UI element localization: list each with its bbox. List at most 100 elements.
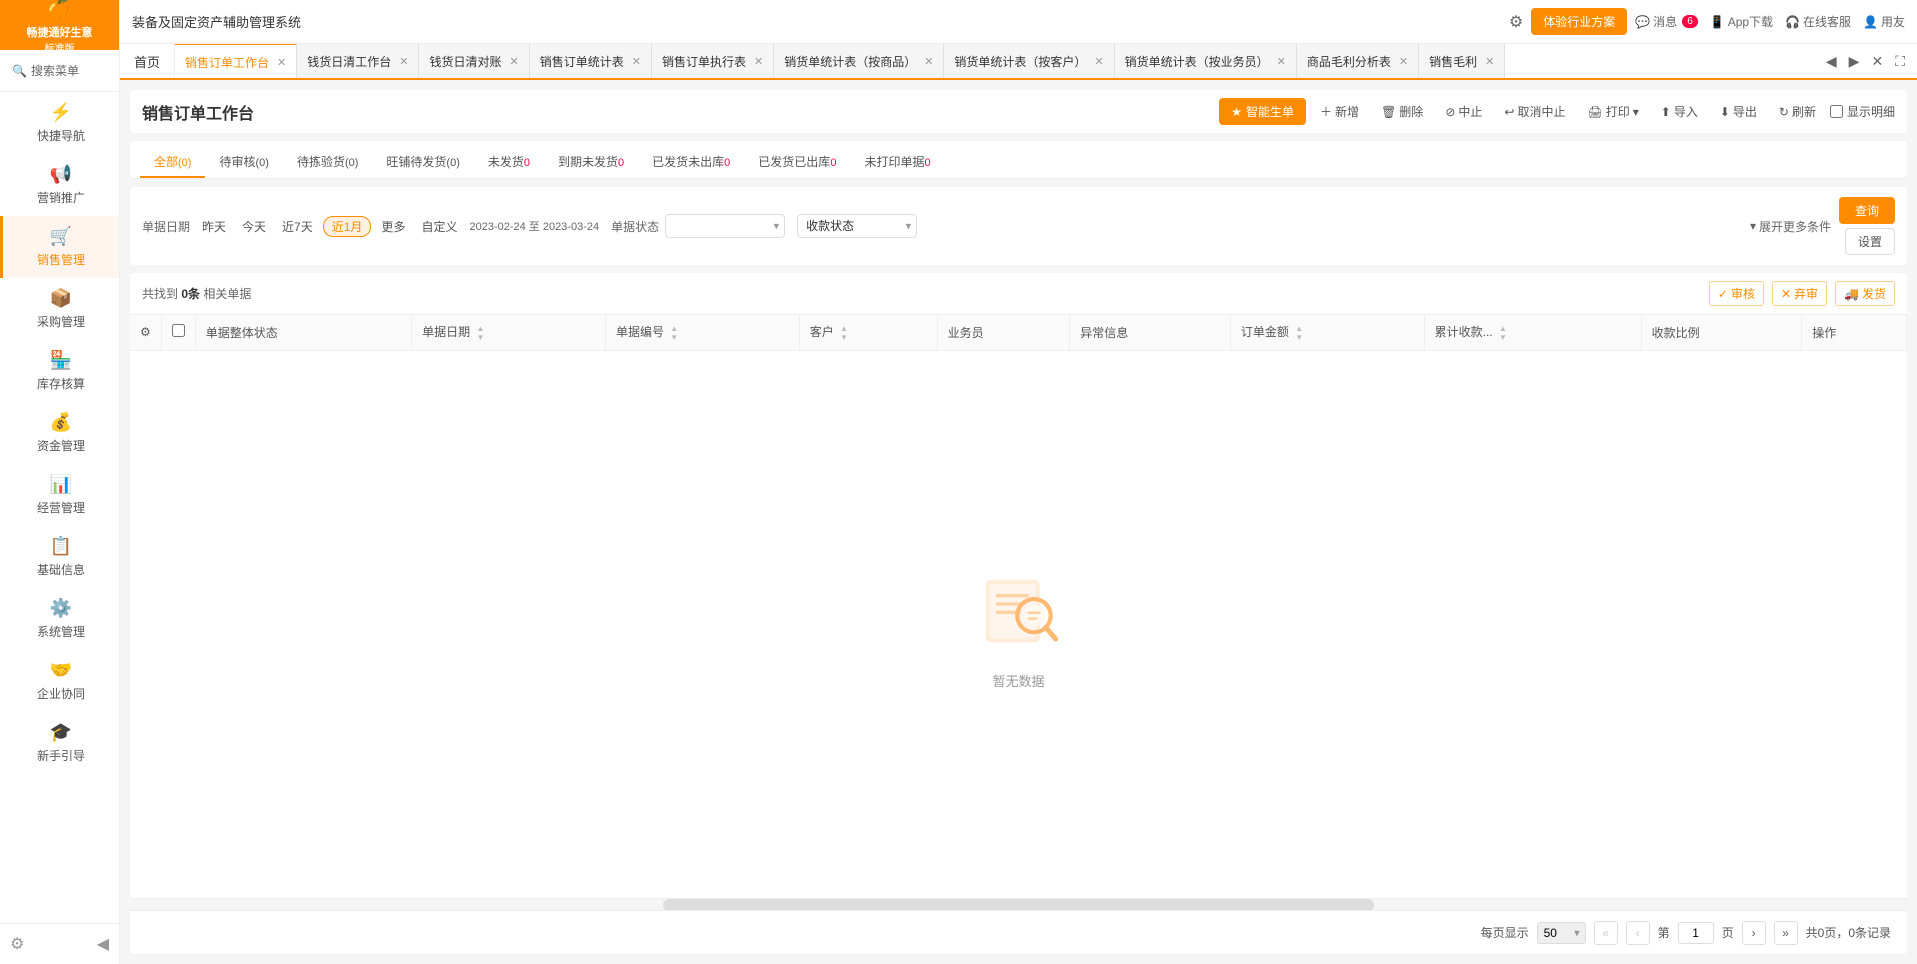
tab-close-all-button[interactable]: ✕ [1867,51,1887,72]
cancel-review-action-button[interactable]: ✕ 弃审 [1772,281,1827,306]
filter-tab-pending-review[interactable]: 待审核(0) [205,147,282,178]
tab-close-icon[interactable]: ✕ [632,55,641,68]
col-amount[interactable]: 订单金额 ▲▼ [1230,315,1424,350]
sidebar-item-inventory[interactable]: 🏪 库存核算 [0,340,119,402]
expand-conditions-button[interactable]: ▾ 展开更多条件 [1750,218,1831,235]
sidebar-item-guide[interactable]: 🎓 新手引导 [0,712,119,774]
tab-sales-sum-product[interactable]: 销货单统计表（按商品） ✕ [774,44,944,79]
page-last-button[interactable]: » [1774,921,1798,945]
add-button[interactable]: ＋ 新增 [1312,99,1367,124]
sidebar-item-purchase[interactable]: 📦 采购管理 [0,278,119,340]
filter-tab-unprinted[interactable]: 未打印单据0 [850,147,944,178]
sidebar-item-basic[interactable]: 📋 基础信息 [0,526,119,588]
tab-fullscreen-button[interactable]: ⛶ [1891,51,1909,72]
tab-sales-profit[interactable]: 销售毛利 ✕ [1419,44,1505,79]
tab-prev-button[interactable]: ◀ [1822,51,1841,72]
filter-tab-shipped-out[interactable]: 已发货已出库0 [744,147,850,178]
tab-gross-analysis[interactable]: 商品毛利分析表 ✕ [1297,44,1419,79]
ship-action-button[interactable]: 🚚 发货 [1835,281,1895,306]
tab-cash-daily[interactable]: 钱货日清工作台 ✕ [297,44,419,79]
date-shortcut-7days[interactable]: 近7天 [276,216,319,237]
pagination-bar: 每页显示 50 10 20 100 « ‹ 第 页 › » 共0页，0条记录 [130,910,1907,954]
sidebar-item-marketing[interactable]: 📢 营销推广 [0,154,119,216]
review-action-button[interactable]: ✓ 审核 [1709,281,1764,306]
date-shortcut-custom[interactable]: 自定义 [415,216,463,237]
import-button[interactable]: ⬆ 导入 [1653,99,1706,124]
date-shortcut-1month[interactable]: 近1月 [323,216,372,237]
col-customer[interactable]: 客户 ▲▼ [799,315,937,350]
tab-sales-workbench[interactable]: 销售订单工作台 ✕ [175,44,297,79]
status-select[interactable] [665,214,785,238]
tab-home[interactable]: 首页 [120,44,175,79]
export-button[interactable]: ⬇ 导出 [1712,99,1765,124]
select-all-checkbox[interactable] [172,324,185,337]
tab-close-icon[interactable]: ✕ [510,55,519,68]
col-received[interactable]: 累计收款... ▲▼ [1424,315,1641,350]
horizontal-scrollbar[interactable] [130,898,1907,910]
tab-cash-reconcile[interactable]: 钱货日清对账 ✕ [419,44,529,79]
tab-close-icon[interactable]: ✕ [399,55,408,68]
filter-tab-shipped-not-out[interactable]: 已发货未出库0 [638,147,744,178]
print-button[interactable]: 🖨 打印 ▾ [1579,99,1646,124]
show-detail-checkbox[interactable] [1830,105,1843,118]
tab-close-icon[interactable]: ✕ [1485,55,1494,68]
filter-tab-wangpu[interactable]: 旺铺待发货(0) [372,147,473,178]
page-number-input[interactable] [1678,922,1714,944]
col-number[interactable]: 单据编号 ▲▼ [605,315,799,350]
settings-icon[interactable]: ⚙ [140,325,151,339]
page-next-button[interactable]: › [1742,921,1766,945]
trial-button[interactable]: 体验行业方案 [1531,8,1627,35]
tab-close-icon[interactable]: ✕ [754,55,763,68]
set-button[interactable]: 设置 [1845,228,1895,255]
query-button[interactable]: 查询 [1839,197,1895,224]
page-first-button[interactable]: « [1594,921,1618,945]
date-shortcut-today[interactable]: 今天 [236,216,272,237]
filter-tab-unshipped[interactable]: 未发货0 [474,147,544,178]
date-shortcut-yesterday[interactable]: 昨天 [196,216,232,237]
header-settings-button[interactable]: ⚙ [1509,12,1523,32]
sidebar-item-finance[interactable]: 💰 资金管理 [0,402,119,464]
empty-state: 暂无数据 [130,351,1907,898]
tab-sales-exec[interactable]: 销售订单执行表 ✕ [652,44,774,79]
delete-button[interactable]: 🗑 删除 [1373,99,1431,124]
message-button[interactable]: 💬 消息 6 [1635,13,1698,30]
tab-close-icon[interactable]: ✕ [277,56,286,69]
tab-close-icon[interactable]: ✕ [924,55,933,68]
date-shortcut-more[interactable]: 更多 [375,216,411,237]
guide-icon: 🎓 [50,722,72,743]
refresh-button[interactable]: ↻ 刷新 [1771,99,1824,124]
data-table: ⚙ 单据整体状态 单据日期 ▲▼ [130,315,1907,351]
tab-close-icon[interactable]: ✕ [1277,55,1286,68]
tab-sales-sum-customer[interactable]: 销货单统计表（按客户） ✕ [944,44,1114,79]
cancel-stop-button[interactable]: ↩ 取消中止 [1496,99,1573,124]
sidebar-item-label: 企业协同 [37,685,85,702]
tab-sales-sum-staff[interactable]: 销货单统计表（按业务员） ✕ [1115,44,1297,79]
settings-footer-button[interactable]: ⚙ [10,934,24,954]
online-service-button[interactable]: 🎧 在线客服 [1785,13,1851,30]
user-button[interactable]: 👤 用友 [1863,13,1905,30]
tab-close-icon[interactable]: ✕ [1094,55,1103,68]
payment-status-select[interactable]: 收款状态 [797,214,917,238]
filter-tab-pending-inspection[interactable]: 待拣验货(0) [283,147,372,178]
filter-tab-all[interactable]: 全部(0) [140,147,205,178]
collapse-sidebar-button[interactable]: ◀ [97,934,109,954]
search-menu-button[interactable]: 🔍 搜索菜单 [8,58,111,83]
col-date[interactable]: 单据日期 ▲▼ [412,315,606,350]
stop-button[interactable]: ⊘ 中止 [1437,99,1490,124]
tab-close-icon[interactable]: ✕ [1399,55,1408,68]
smart-create-button[interactable]: ★ 智能生单 [1219,98,1306,125]
page-prev-button[interactable]: ‹ [1626,921,1650,945]
sidebar-item-system[interactable]: ⚙️ 系统管理 [0,588,119,650]
show-detail-label[interactable]: 显示明细 [1830,103,1895,120]
app-download-button[interactable]: 📱 App下载 [1710,13,1773,30]
sidebar-item-sales[interactable]: 🛒 销售管理 [0,216,119,278]
page-size-select[interactable]: 50 10 20 100 [1537,922,1586,944]
sidebar-item-quick-nav[interactable]: ⚡ 快捷导航 [0,92,119,154]
sidebar-item-operation[interactable]: 📊 经营管理 [0,464,119,526]
tab-sales-stat[interactable]: 销售订单统计表 ✕ [530,44,652,79]
sidebar-item-enterprise[interactable]: 🤝 企业协同 [0,650,119,712]
cancel-stop-icon: ↩ [1504,105,1514,119]
filter-tab-expired-unshipped[interactable]: 到期未发货0 [544,147,638,178]
print-label: 打印 [1606,103,1630,120]
tab-next-button[interactable]: ▶ [1845,51,1864,72]
